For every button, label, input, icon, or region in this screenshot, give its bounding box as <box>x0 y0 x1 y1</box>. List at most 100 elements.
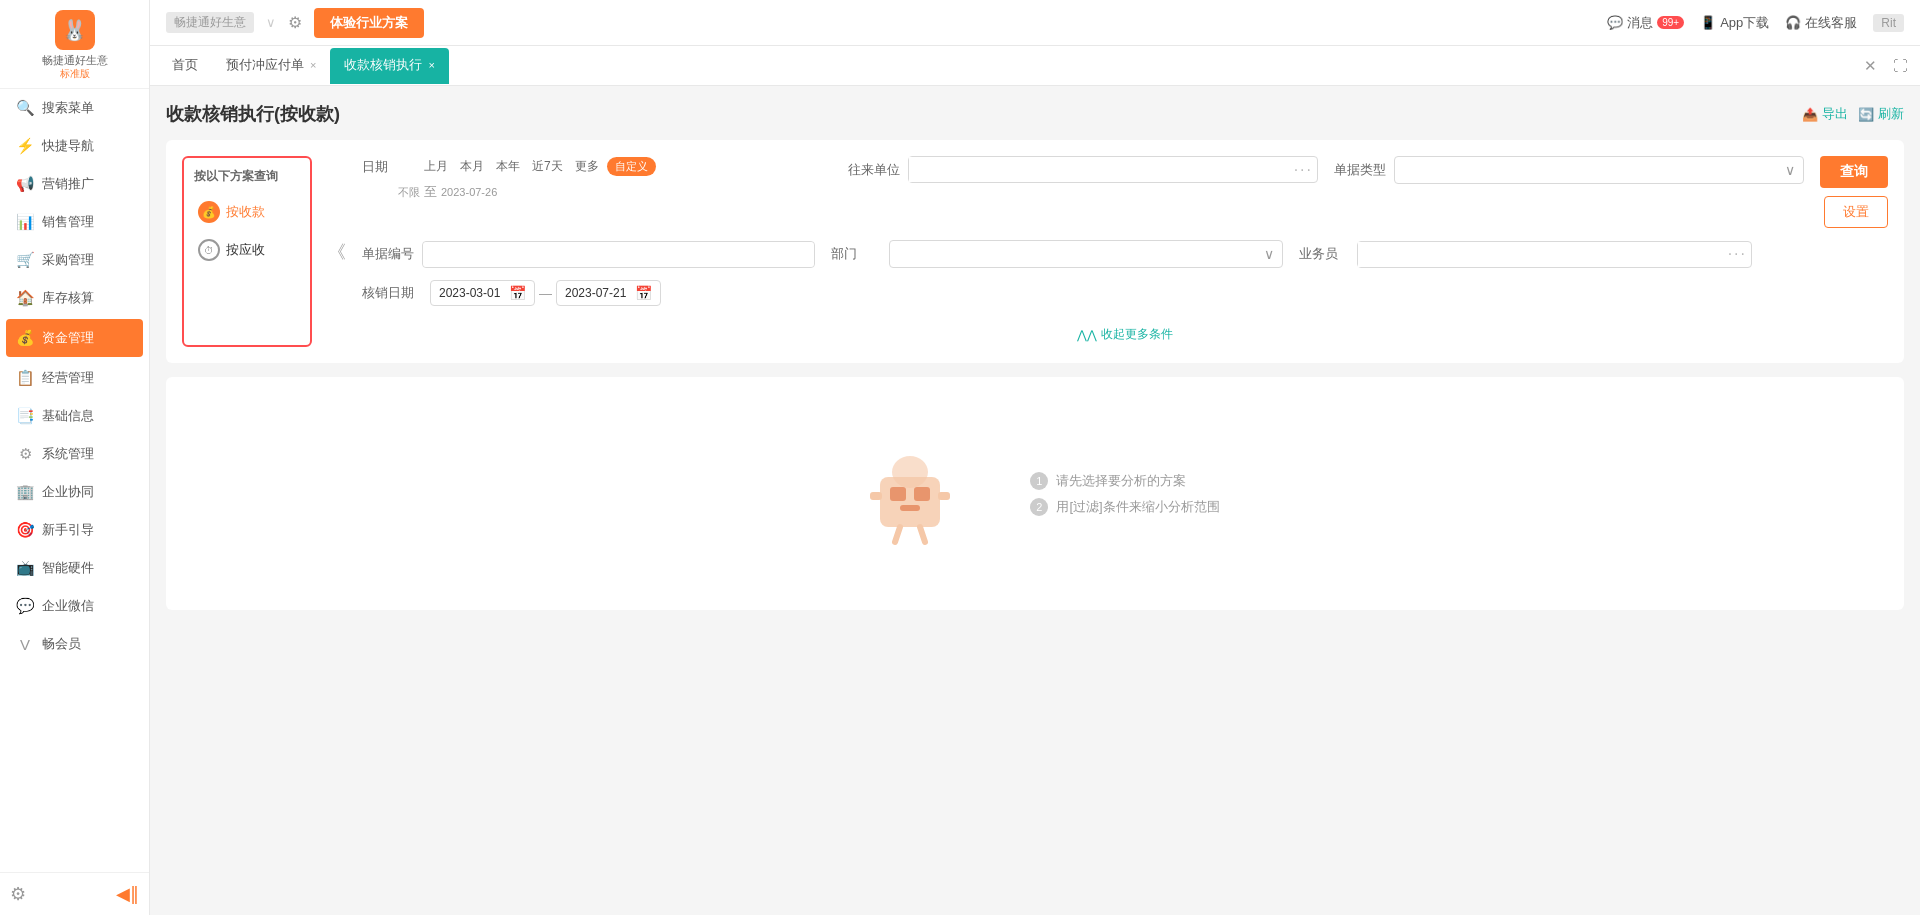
refresh-icon: 🔄 <box>1858 107 1874 122</box>
svg-rect-4 <box>870 492 882 500</box>
tabbar-actions: ✕ ⛶ <box>1860 53 1912 79</box>
user-name-text: Rit <box>1873 14 1904 32</box>
topbar-brand: 畅捷通好生意 <box>166 12 254 33</box>
date-btn-this-year[interactable]: 本年 <box>492 156 524 177</box>
marketing-icon: 📢 <box>16 175 34 193</box>
operation-icon: 📋 <box>16 369 34 387</box>
date-btn-this-month[interactable]: 本月 <box>456 156 488 177</box>
filter-option-by-receivable[interactable]: ⏱ 按应收 <box>190 235 304 265</box>
message-item[interactable]: 💬 消息 99+ <box>1607 14 1684 32</box>
collapse-more-label: 收起更多条件 <box>1101 326 1173 343</box>
service-icon: 🎧 <box>1785 15 1801 30</box>
quick-nav-icon: ⚡ <box>16 137 34 155</box>
dept-chevron[interactable]: ∨ <box>1264 246 1274 262</box>
staff-input[interactable] <box>1358 242 1723 267</box>
doc-no-label: 单据编号 <box>362 245 414 263</box>
svg-rect-2 <box>914 487 930 501</box>
sidebar-item-label-hardware: 智能硬件 <box>42 559 94 577</box>
logo-area: 🐰 畅捷通好生意 标准版 <box>0 0 149 89</box>
write-off-date-to[interactable]: 2023-07-21 📅 <box>556 280 661 306</box>
staff-label: 业务员 <box>1299 245 1349 263</box>
sidebar: 🐰 畅捷通好生意 标准版 🔍 搜索菜单 ⚡ 快捷导航 📢 营销推广 📊 销售管理… <box>0 0 150 915</box>
sidebar-item-marketing[interactable]: 📢 营销推广 <box>0 165 149 203</box>
logo-icon: 🐰 <box>55 10 95 50</box>
sidebar-item-label-quick-nav: 快捷导航 <box>42 137 94 155</box>
svg-point-6 <box>892 456 928 488</box>
sidebar-item-enterprise[interactable]: 🏢 企业协同 <box>0 473 149 511</box>
filter-panel-title: 按以下方案查询 <box>190 168 278 185</box>
enterprise-icon: 🏢 <box>16 483 34 501</box>
svg-rect-1 <box>890 487 906 501</box>
sidebar-item-stock[interactable]: 🏠 库存核算 <box>0 279 149 317</box>
expand-tab-icon[interactable]: ⛶ <box>1889 53 1912 79</box>
tab-prepay[interactable]: 预付冲应付单 × <box>212 48 330 84</box>
sidebar-item-hardware[interactable]: 📺 智能硬件 <box>0 549 149 587</box>
sidebar-item-label-stock: 库存核算 <box>42 289 94 307</box>
sidebar-item-operation[interactable]: 📋 经营管理 <box>0 359 149 397</box>
refresh-button[interactable]: 🔄 刷新 <box>1858 105 1904 123</box>
date-label: 日期 <box>362 158 412 176</box>
notification-badge: 99+ <box>1657 16 1684 29</box>
sidebar-item-label-operation: 经营管理 <box>42 369 94 387</box>
sidebar-item-label-wechat: 企业微信 <box>42 597 94 615</box>
tab-receipt-write-off-close[interactable]: × <box>428 59 434 71</box>
user-area[interactable]: Rit <box>1873 14 1904 32</box>
sidebar-item-wechat[interactable]: 💬 企业微信 <box>0 587 149 625</box>
date-btn-7days[interactable]: 近7天 <box>528 156 567 177</box>
query-button[interactable]: 查询 <box>1820 156 1888 188</box>
write-off-date-from[interactable]: 2023-03-01 📅 <box>430 280 535 306</box>
svg-line-8 <box>920 527 925 542</box>
tab-home[interactable]: 首页 <box>158 48 212 84</box>
sidebar-item-label-member: 畅会员 <box>42 635 81 653</box>
sidebar-item-finance[interactable]: 💰 资金管理 <box>6 319 143 357</box>
calendar-from-icon: 📅 <box>509 285 526 301</box>
setting-button[interactable]: 设置 <box>1824 196 1888 228</box>
doc-type-chevron[interactable]: ∨ <box>1785 162 1795 178</box>
filter-option-by-receipt[interactable]: 💰 按收款 <box>190 197 304 227</box>
sidebar-footer: ⚙ ◀‖ <box>0 872 149 915</box>
write-off-date-label: 核销日期 <box>362 284 422 302</box>
topbar-brand-text: 畅捷通好生意 <box>166 12 254 33</box>
empty-hint-1: 1 请先选择要分析的方案 <box>1030 472 1219 490</box>
phone-icon: 📱 <box>1700 15 1716 30</box>
settings-icon[interactable]: ⚙ <box>10 883 26 905</box>
online-service-label: 在线客服 <box>1805 14 1857 32</box>
export-button[interactable]: 📤 导出 <box>1802 105 1848 123</box>
collapse-sidebar-icon[interactable]: ◀‖ <box>116 883 139 905</box>
sidebar-item-label-marketing: 营销推广 <box>42 175 94 193</box>
finance-icon: 💰 <box>16 329 34 347</box>
page-header: 收款核销执行(按收款) 📤 导出 🔄 刷新 <box>166 102 1904 126</box>
collapse-filter-button[interactable]: 《 <box>324 236 350 268</box>
sidebar-item-purchase[interactable]: 🛒 采购管理 <box>0 241 149 279</box>
counterpart-dots-btn[interactable]: ··· <box>1290 161 1317 179</box>
date-btn-last-month[interactable]: 上月 <box>420 156 452 177</box>
app-download-item[interactable]: 📱 App下载 <box>1700 14 1769 32</box>
sidebar-item-sales[interactable]: 📊 销售管理 <box>0 203 149 241</box>
solution-button[interactable]: 体验行业方案 <box>314 8 424 38</box>
doc-no-input[interactable] <box>423 242 814 267</box>
sidebar-item-basic-info[interactable]: 📑 基础信息 <box>0 397 149 435</box>
dept-label: 部门 <box>831 245 881 263</box>
tab-receipt-write-off[interactable]: 收款核销执行 × <box>330 48 448 84</box>
empty-illustration <box>850 437 970 550</box>
date-range-dash: — <box>539 286 552 301</box>
hint-num-1: 1 <box>1030 472 1048 490</box>
counterpart-input[interactable] <box>909 157 1290 182</box>
staff-dots-btn[interactable]: ··· <box>1724 245 1751 263</box>
sidebar-item-system[interactable]: ⚙ 系统管理 <box>0 435 149 473</box>
empty-hints: 1 请先选择要分析的方案 2 用[过滤]条件来缩小分析范围 <box>1030 472 1219 516</box>
online-service-item[interactable]: 🎧 在线客服 <box>1785 14 1857 32</box>
collapse-more-button[interactable]: ⋀⋀ 收起更多条件 <box>1067 322 1183 347</box>
sidebar-item-quick-nav[interactable]: ⚡ 快捷导航 <box>0 127 149 165</box>
tab-home-label: 首页 <box>172 56 198 74</box>
date-btn-custom[interactable]: 自定义 <box>607 157 656 176</box>
tab-prepay-close[interactable]: × <box>310 59 316 71</box>
close-tab-icon[interactable]: ✕ <box>1860 53 1881 79</box>
tabbar: 首页 预付冲应付单 × 收款核销执行 × ✕ ⛶ <box>150 46 1920 86</box>
sidebar-item-search[interactable]: 🔍 搜索菜单 <box>0 89 149 127</box>
doc-type-label: 单据类型 <box>1334 161 1386 179</box>
topbar-gear-icon[interactable]: ⚙ <box>288 13 302 32</box>
date-btn-more[interactable]: 更多 <box>571 156 603 177</box>
sidebar-item-guide[interactable]: 🎯 新手引导 <box>0 511 149 549</box>
sidebar-item-member[interactable]: V 畅会员 <box>0 625 149 663</box>
